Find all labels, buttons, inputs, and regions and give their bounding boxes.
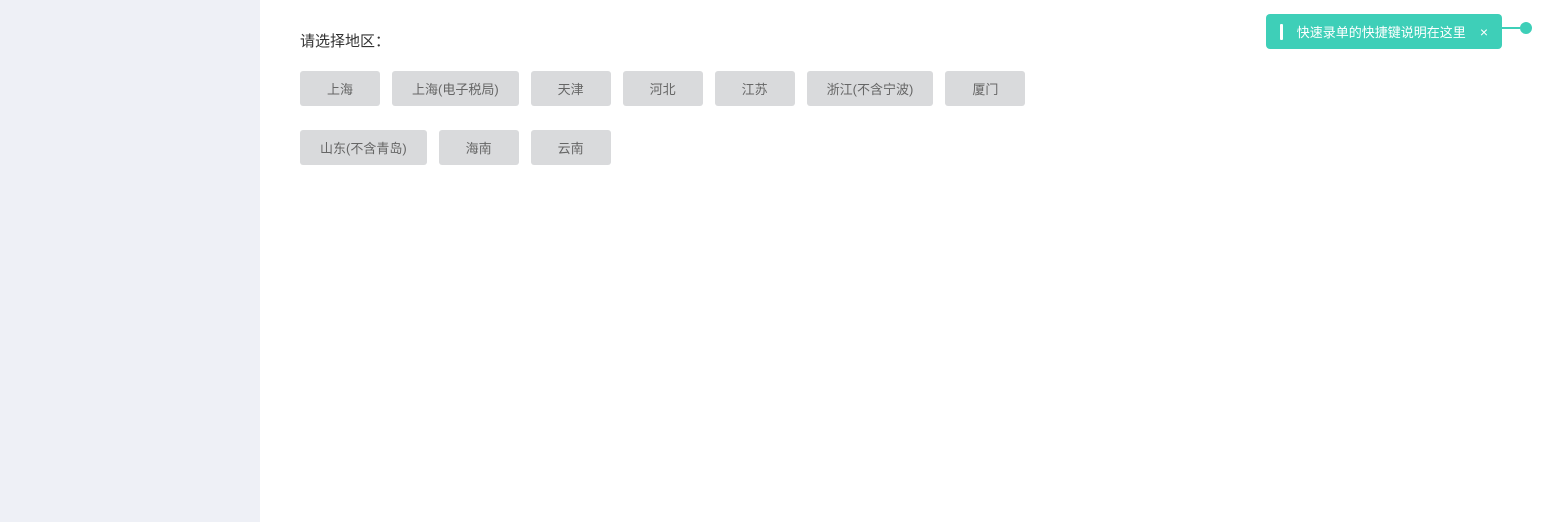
sidebar xyxy=(0,0,260,522)
main-content: 请选择地区： 上海上海(电子税局)天津河北江苏浙江(不含宁波)厦门山东(不含青岛… xyxy=(260,0,1562,522)
region-btn-shanghai[interactable]: 上海 xyxy=(300,71,380,106)
tooltip-close-button[interactable]: × xyxy=(1480,24,1488,40)
region-btn-hebei[interactable]: 河北 xyxy=(623,71,703,106)
region-btn-shandong[interactable]: 山东(不含青岛) xyxy=(300,130,427,165)
region-buttons-row1: 上海上海(电子税局) 天津河北江苏浙江(不含宁波) 厦门山东(不含青岛) 海南云南 xyxy=(300,71,1522,165)
region-btn-zhejiang[interactable]: 浙江(不含宁波) xyxy=(807,71,934,106)
region-btn-shanghai-etax[interactable]: 上海(电子税局) xyxy=(392,71,519,106)
tooltip-connector-line xyxy=(1502,27,1520,29)
region-btn-yunnan[interactable]: 云南 xyxy=(531,130,611,165)
region-btn-tianjin[interactable]: 天津 xyxy=(531,71,611,106)
tooltip-banner: 快速录单的快捷键说明在这里 × xyxy=(1266,14,1502,49)
tooltip-connector-dot xyxy=(1520,22,1532,34)
region-btn-jiangsu[interactable]: 江苏 xyxy=(715,71,795,106)
tooltip-text: 快速录单的快捷键说明在这里 xyxy=(1297,22,1466,41)
region-btn-xiamen[interactable]: 厦门 xyxy=(945,71,1025,106)
region-btn-hainan[interactable]: 海南 xyxy=(439,130,519,165)
